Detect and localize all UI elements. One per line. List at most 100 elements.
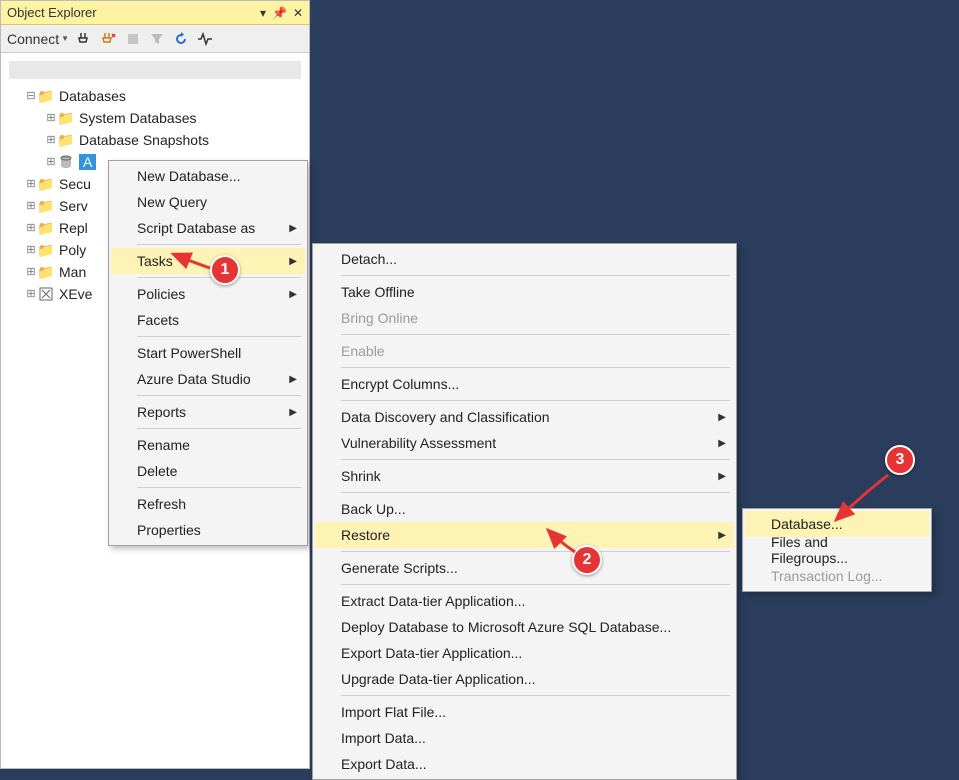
menu-restore-transaction-log: Transaction Log... — [745, 563, 929, 589]
menu-take-offline[interactable]: Take Offline — [315, 279, 734, 305]
menu-separator — [341, 367, 730, 368]
expand-icon[interactable]: ⊞ — [25, 265, 37, 279]
folder-icon: 📁 — [57, 132, 75, 148]
pin-icon[interactable]: 📌 — [272, 6, 287, 20]
submenu-arrow-icon: ▶ — [718, 471, 726, 482]
expand-icon[interactable]: ⊞ — [25, 287, 37, 301]
submenu-arrow-icon: ▶ — [289, 407, 297, 418]
expand-icon[interactable]: ⊞ — [45, 155, 57, 169]
close-icon[interactable]: ✕ — [293, 6, 303, 20]
menu-generate-scripts[interactable]: Generate Scripts... — [315, 555, 734, 581]
menu-separator — [341, 695, 730, 696]
annotation-badge-1: 1 — [210, 255, 240, 285]
connect-button[interactable]: Connect ▼ — [7, 31, 69, 47]
submenu-arrow-icon: ▶ — [289, 223, 297, 234]
filter-icon[interactable] — [149, 31, 165, 47]
context-menu-restore: Database... Files and Filegroups... Tran… — [742, 508, 932, 592]
menu-new-query[interactable]: New Query — [111, 189, 305, 215]
tree-node-database-snapshots[interactable]: ⊞ 📁 Database Snapshots — [45, 129, 305, 151]
panel-controls: ▾ 📌 ✕ — [260, 6, 303, 20]
menu-bring-online: Bring Online — [315, 305, 734, 331]
panel-title: Object Explorer — [7, 5, 97, 20]
menu-upgrade-dta[interactable]: Upgrade Data-tier Application... — [315, 666, 734, 692]
menu-detach[interactable]: Detach... — [315, 246, 734, 272]
plug-disconnect-icon[interactable] — [101, 31, 117, 47]
panel-header: Object Explorer ▾ 📌 ✕ — [1, 1, 309, 25]
menu-properties[interactable]: Properties — [111, 517, 305, 543]
menu-back-up[interactable]: Back Up... — [315, 496, 734, 522]
menu-separator — [341, 492, 730, 493]
context-menu-database: New Database... New Query Script Databas… — [108, 160, 308, 546]
menu-export-data[interactable]: Export Data... — [315, 751, 734, 777]
annotation-badge-3: 3 — [885, 445, 915, 475]
menu-separator — [341, 584, 730, 585]
menu-restore[interactable]: Restore▶ — [315, 522, 734, 548]
menu-data-discovery[interactable]: Data Discovery and Classification▶ — [315, 404, 734, 430]
submenu-arrow-icon: ▶ — [718, 412, 726, 423]
folder-icon: 📁 — [37, 220, 55, 236]
menu-separator — [341, 551, 730, 552]
submenu-arrow-icon: ▶ — [718, 438, 726, 449]
stop-icon[interactable] — [125, 31, 141, 47]
menu-extract-dta[interactable]: Extract Data-tier Application... — [315, 588, 734, 614]
menu-start-powershell[interactable]: Start PowerShell — [111, 340, 305, 366]
menu-separator — [341, 275, 730, 276]
menu-facets[interactable]: Facets — [111, 307, 305, 333]
menu-import-flat-file[interactable]: Import Flat File... — [315, 699, 734, 725]
menu-separator — [341, 400, 730, 401]
menu-vulnerability-assessment[interactable]: Vulnerability Assessment▶ — [315, 430, 734, 456]
dropdown-icon[interactable]: ▾ — [260, 6, 266, 20]
refresh-icon[interactable] — [173, 31, 189, 47]
menu-reports[interactable]: Reports▶ — [111, 399, 305, 425]
activity-icon[interactable] — [197, 31, 213, 47]
context-menu-tasks: Detach... Take Offline Bring Online Enab… — [312, 243, 737, 780]
collapse-icon[interactable]: ⊟ — [25, 89, 37, 103]
folder-icon: 📁 — [37, 88, 55, 104]
menu-azure-data-studio[interactable]: Azure Data Studio▶ — [111, 366, 305, 392]
tree-node-system-databases[interactable]: ⊞ 📁 System Databases — [45, 107, 305, 129]
menu-restore-files[interactable]: Files and Filegroups... — [745, 537, 929, 563]
xevent-icon — [37, 286, 55, 302]
tree-node-databases[interactable]: ⊟ 📁 Databases — [25, 85, 305, 107]
folder-icon: 📁 — [37, 264, 55, 280]
folder-icon: 📁 — [37, 176, 55, 192]
menu-encrypt-columns[interactable]: Encrypt Columns... — [315, 371, 734, 397]
menu-enable: Enable — [315, 338, 734, 364]
menu-separator — [341, 334, 730, 335]
menu-policies[interactable]: Policies▶ — [111, 281, 305, 307]
expand-icon[interactable]: ⊞ — [25, 199, 37, 213]
menu-shrink[interactable]: Shrink▶ — [315, 463, 734, 489]
folder-icon: 📁 — [57, 110, 75, 126]
menu-script-database[interactable]: Script Database as▶ — [111, 215, 305, 241]
menu-new-database[interactable]: New Database... — [111, 163, 305, 189]
annotation-badge-2: 2 — [572, 545, 602, 575]
plug-connect-icon[interactable] — [77, 31, 93, 47]
expand-icon[interactable]: ⊞ — [25, 243, 37, 257]
menu-separator — [137, 336, 301, 337]
submenu-arrow-icon: ▶ — [718, 530, 726, 541]
folder-icon: 📁 — [37, 198, 55, 214]
submenu-arrow-icon: ▶ — [289, 374, 297, 385]
menu-rename[interactable]: Rename — [111, 432, 305, 458]
menu-separator — [137, 487, 301, 488]
chevron-down-icon: ▼ — [61, 34, 69, 43]
submenu-arrow-icon: ▶ — [289, 289, 297, 300]
menu-refresh[interactable]: Refresh — [111, 491, 305, 517]
toolbar: Connect ▼ — [1, 25, 309, 53]
menu-separator — [137, 244, 301, 245]
menu-deploy-azure[interactable]: Deploy Database to Microsoft Azure SQL D… — [315, 614, 734, 640]
expand-icon[interactable]: ⊞ — [25, 221, 37, 235]
database-icon — [57, 154, 75, 170]
expand-icon[interactable]: ⊞ — [25, 177, 37, 191]
menu-separator — [137, 428, 301, 429]
expand-icon[interactable]: ⊞ — [45, 133, 57, 147]
menu-import-data[interactable]: Import Data... — [315, 725, 734, 751]
folder-icon: 📁 — [37, 242, 55, 258]
menu-tasks[interactable]: Tasks▶ — [111, 248, 305, 274]
menu-export-dta[interactable]: Export Data-tier Application... — [315, 640, 734, 666]
expand-icon[interactable]: ⊞ — [45, 111, 57, 125]
menu-separator — [341, 459, 730, 460]
server-node-placeholder — [9, 61, 301, 79]
menu-delete[interactable]: Delete — [111, 458, 305, 484]
menu-separator — [137, 395, 301, 396]
